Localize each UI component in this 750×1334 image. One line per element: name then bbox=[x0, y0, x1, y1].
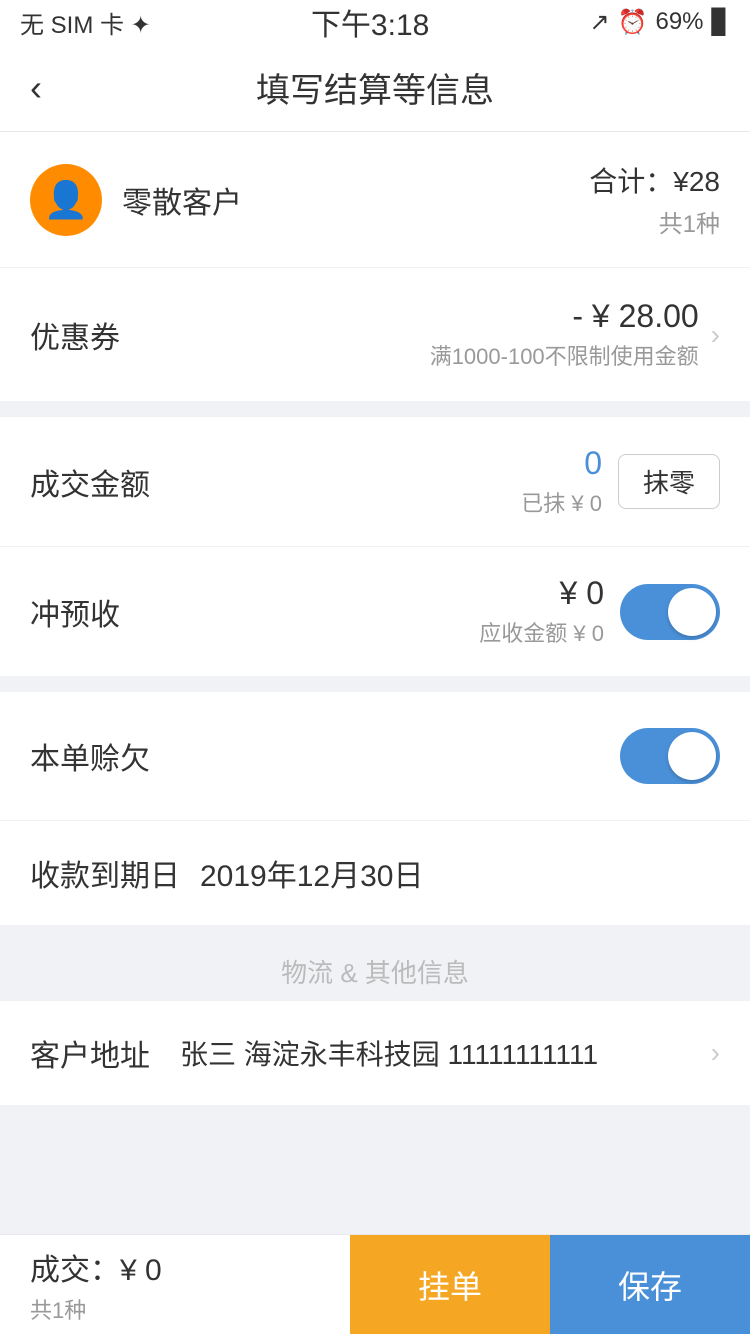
address-section: 客户地址 张三 海淀永丰科技园 11111111111 › bbox=[0, 1001, 750, 1105]
bottom-amount-value: ¥ 0 bbox=[120, 1254, 162, 1287]
bottom-amount-prefix: 成交： bbox=[30, 1254, 120, 1287]
bottom-summary: 成交：¥ 0 共1种 bbox=[0, 1235, 350, 1334]
customer-total-section: 合计：¥28 共1种 bbox=[589, 160, 720, 239]
transaction-amount-sub: 已抹 ¥ 0 bbox=[521, 486, 602, 518]
status-bar: 无 SIM 卡 ✦ 下午3:18 ↗ ⏰ 69% ▊ bbox=[0, 0, 750, 44]
page-title: 填写结算等信息 bbox=[256, 63, 494, 112]
customer-name: 零散客户 bbox=[122, 178, 242, 222]
logistics-divider: 物流 & 其他信息 bbox=[0, 941, 750, 1001]
transaction-amount-value[interactable]: 0 bbox=[521, 445, 602, 482]
transaction-amount-row: 成交金额 0 已抹 ¥ 0 抹零 bbox=[0, 417, 750, 546]
duedate-row[interactable]: 收款到期日 2019年12月30日 bbox=[0, 820, 750, 925]
address-chevron-icon: › bbox=[711, 1037, 720, 1069]
address-value: 张三 海淀永丰科技园 11111111111 bbox=[180, 1033, 701, 1073]
avatar-icon: 👤 bbox=[44, 179, 89, 221]
bottom-summary-count: 共1种 bbox=[30, 1293, 320, 1325]
debit-row: 本单赊欠 bbox=[0, 692, 750, 820]
save-button[interactable]: 保存 bbox=[550, 1235, 750, 1334]
debit-toggle[interactable] bbox=[620, 728, 720, 784]
avatar: 👤 bbox=[30, 164, 102, 236]
status-time: 下午3:18 bbox=[311, 0, 429, 44]
prepayment-sub: 应收金额 ¥ 0 bbox=[479, 616, 604, 648]
round-button[interactable]: 抹零 bbox=[618, 454, 720, 509]
battery-label: 69% bbox=[655, 8, 703, 36]
logistics-label: 物流 & 其他信息 bbox=[281, 953, 469, 990]
customer-info: 👤 零散客户 bbox=[30, 164, 242, 236]
customer-section: 👤 零散客户 合计：¥28 共1种 优惠券 - ¥ 28.00 满1000-10… bbox=[0, 132, 750, 401]
prepayment-value: ¥ 0 bbox=[479, 575, 604, 612]
coupon-chevron-icon: › bbox=[711, 319, 720, 351]
customer-count: 共1种 bbox=[589, 204, 720, 239]
debit-label: 本单赊欠 bbox=[30, 734, 150, 778]
coupon-row[interactable]: 优惠券 - ¥ 28.00 满1000-100不限制使用金额 › bbox=[0, 267, 750, 401]
nav-bar: ‹ 填写结算等信息 bbox=[0, 44, 750, 132]
location-icon: ↗ bbox=[589, 8, 609, 37]
amount-section: 成交金额 0 已抹 ¥ 0 抹零 冲预收 ¥ 0 应收金额 ¥ 0 bbox=[0, 417, 750, 676]
status-left: 无 SIM 卡 ✦ bbox=[20, 5, 151, 40]
customer-row: 👤 零散客户 合计：¥28 共1种 bbox=[0, 132, 750, 267]
hang-button[interactable]: 挂单 bbox=[350, 1235, 550, 1334]
coupon-amount: - ¥ 28.00 bbox=[430, 298, 699, 335]
prepayment-toggle[interactable] bbox=[620, 584, 720, 640]
debit-section: 本单赊欠 收款到期日 2019年12月30日 bbox=[0, 692, 750, 925]
address-label: 客户地址 bbox=[30, 1031, 150, 1075]
sim-label: 无 SIM 卡 ✦ bbox=[20, 5, 151, 40]
customer-total: 合计：¥28 bbox=[589, 160, 720, 200]
prepayment-label: 冲预收 bbox=[30, 590, 120, 634]
address-row[interactable]: 客户地址 张三 海淀永丰科技园 11111111111 › bbox=[0, 1001, 750, 1105]
transaction-amount-label: 成交金额 bbox=[30, 460, 150, 504]
prepayment-row: 冲预收 ¥ 0 应收金额 ¥ 0 bbox=[0, 546, 750, 676]
debit-toggle-knob bbox=[668, 732, 716, 780]
alarm-icon: ⏰ bbox=[618, 8, 648, 37]
status-right: ↗ ⏰ 69% ▊ bbox=[589, 8, 730, 37]
bottom-summary-amount: 成交：¥ 0 bbox=[30, 1245, 320, 1289]
bottom-bar: 成交：¥ 0 共1种 挂单 保存 bbox=[0, 1234, 750, 1334]
coupon-label: 优惠券 bbox=[30, 313, 120, 357]
coupon-desc: 满1000-100不限制使用金额 bbox=[430, 339, 699, 371]
battery-icon: ▊ bbox=[712, 8, 730, 37]
duedate-label: 收款到期日 bbox=[30, 851, 180, 895]
toggle-knob bbox=[668, 588, 716, 636]
back-button[interactable]: ‹ bbox=[30, 67, 42, 109]
duedate-value: 2019年12月30日 bbox=[200, 851, 423, 895]
